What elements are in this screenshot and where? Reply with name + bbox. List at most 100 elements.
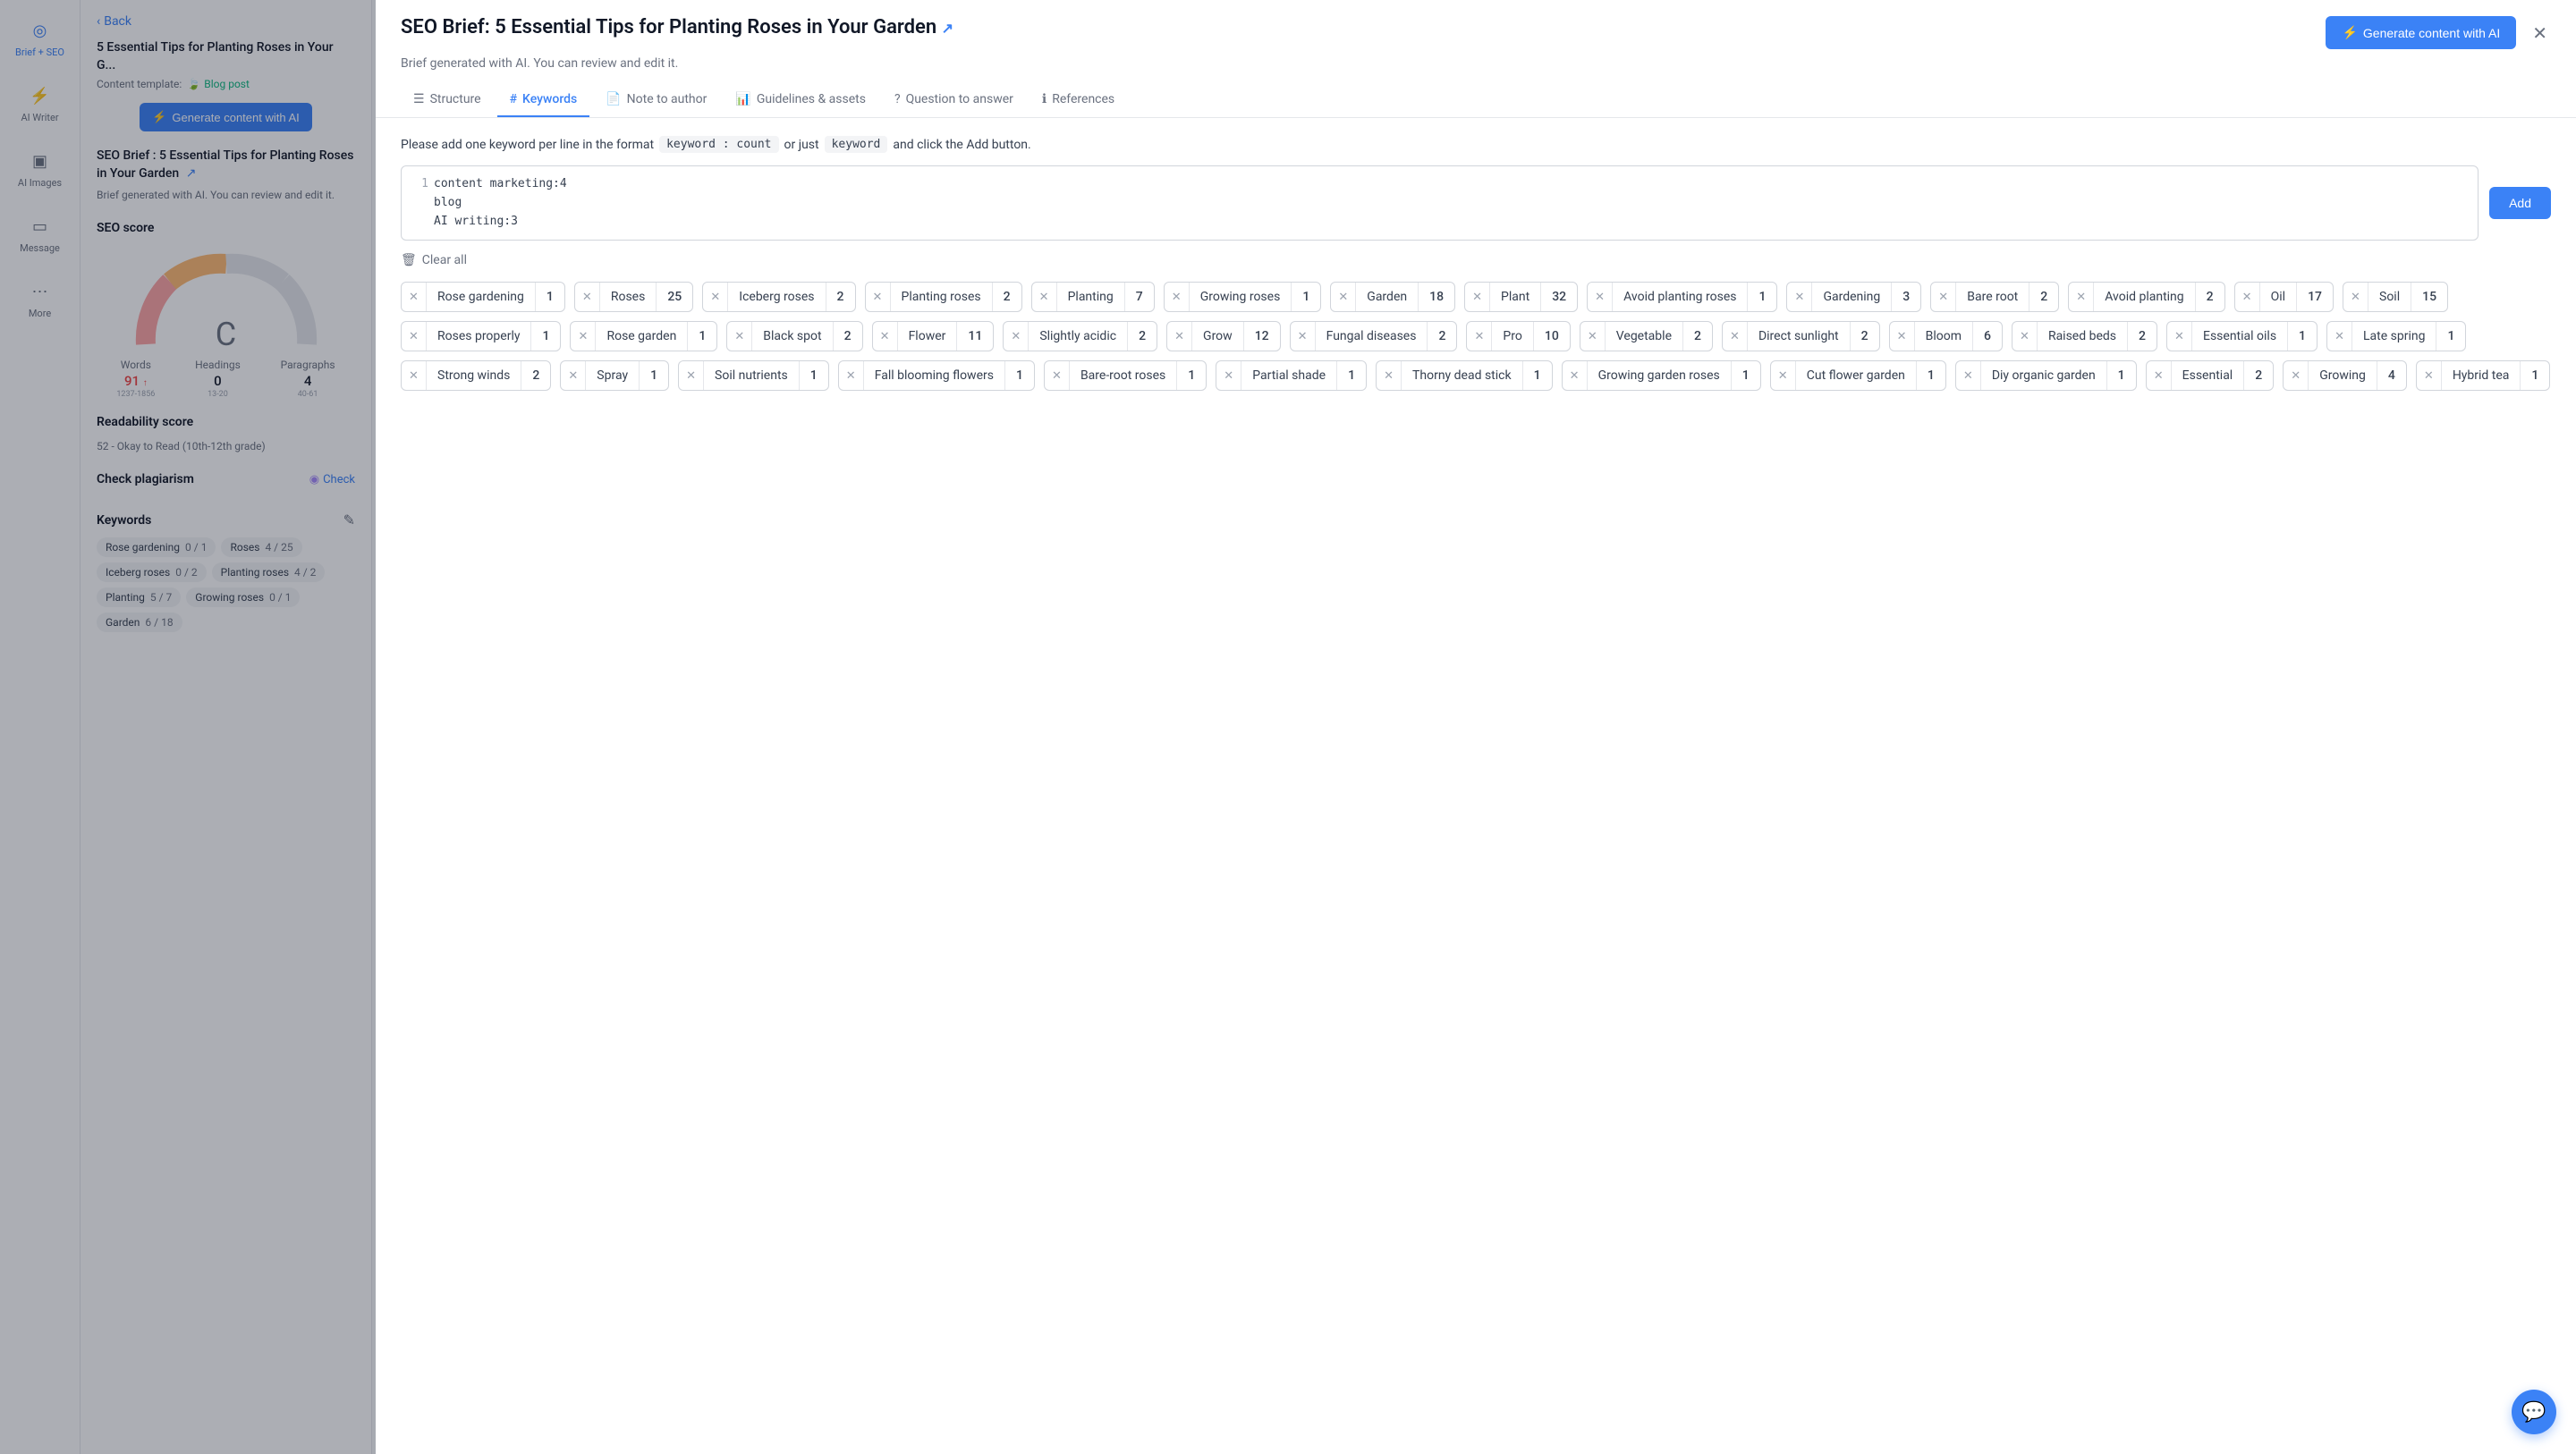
remove-tag-icon[interactable]: ✕ xyxy=(2167,322,2192,351)
keyword-tag: ✕ Slightly acidic 2 xyxy=(1003,321,1157,351)
tag-label: Partial shade xyxy=(1241,361,1337,390)
remove-tag-icon[interactable]: ✕ xyxy=(1580,322,1606,351)
tag-count: 25 xyxy=(657,283,692,311)
remove-tag-icon[interactable]: ✕ xyxy=(1465,283,1490,311)
tag-label: Flower xyxy=(898,322,958,351)
remove-tag-icon[interactable]: ✕ xyxy=(402,361,427,390)
tag-label: Bare-root roses xyxy=(1070,361,1177,390)
keyword-tag: ✕ Planting roses 2 xyxy=(865,282,1022,312)
remove-tag-icon[interactable]: ✕ xyxy=(1331,283,1356,311)
tab-keywords[interactable]: #Keywords xyxy=(497,83,590,117)
keyword-tag: ✕ Roses properly 1 xyxy=(401,321,561,351)
tag-label: Direct sunlight xyxy=(1748,322,1851,351)
remove-tag-icon[interactable]: ✕ xyxy=(1467,322,1492,351)
keyword-tag: ✕ Late spring 1 xyxy=(2326,321,2466,351)
remove-tag-icon[interactable]: ✕ xyxy=(1032,283,1057,311)
remove-tag-icon[interactable]: ✕ xyxy=(1167,322,1192,351)
remove-tag-icon[interactable]: ✕ xyxy=(1787,283,1812,311)
remove-tag-icon[interactable]: ✕ xyxy=(727,322,752,351)
tag-count: 2 xyxy=(2196,283,2224,311)
tag-label: Essential oils xyxy=(2192,322,2288,351)
tab-question-to-answer[interactable]: ?Question to answer xyxy=(882,83,1026,117)
remove-tag-icon[interactable]: ✕ xyxy=(2284,361,2309,390)
remove-tag-icon[interactable]: ✕ xyxy=(1588,283,1613,311)
remove-tag-icon[interactable]: ✕ xyxy=(402,322,427,351)
remove-tag-icon[interactable]: ✕ xyxy=(866,283,891,311)
tag-count: 15 xyxy=(2411,283,2447,311)
tag-count: 2 xyxy=(521,361,550,390)
tag-label: Thorny dead stick xyxy=(1402,361,1523,390)
remove-tag-icon[interactable]: ✕ xyxy=(1004,322,1029,351)
tag-count: 7 xyxy=(1125,283,1154,311)
tag-label: Garden xyxy=(1356,283,1419,311)
tab-guidelines-assets[interactable]: 📊Guidelines & assets xyxy=(723,83,878,117)
keyword-tag: ✕ Oil 17 xyxy=(2234,282,2334,312)
remove-tag-icon[interactable]: ✕ xyxy=(2327,322,2352,351)
remove-tag-icon[interactable]: ✕ xyxy=(2235,283,2260,311)
tab-icon: 📊 xyxy=(735,92,750,106)
tag-label: Oil xyxy=(2260,283,2297,311)
keyword-input-content[interactable]: content marketing:4 blog AI writing:3 xyxy=(434,175,2467,231)
remove-tag-icon[interactable]: ✕ xyxy=(1956,361,1981,390)
chat-icon: 💬 xyxy=(2521,1401,2546,1424)
remove-tag-icon[interactable]: ✕ xyxy=(2069,283,2094,311)
close-icon[interactable]: ✕ xyxy=(2529,19,2551,47)
remove-tag-icon[interactable]: ✕ xyxy=(575,283,600,311)
remove-tag-icon[interactable]: ✕ xyxy=(561,361,586,390)
remove-tag-icon[interactable]: ✕ xyxy=(2343,283,2368,311)
tag-count: 11 xyxy=(957,322,993,351)
keyword-tag: ✕ Bare root 2 xyxy=(1930,282,2059,312)
remove-tag-icon[interactable]: ✕ xyxy=(679,361,704,390)
tag-label: Fall blooming flowers xyxy=(864,361,1005,390)
keyword-tag: ✕ Partial shade 1 xyxy=(1216,360,1367,391)
keyword-tag: ✕ Cut flower garden 1 xyxy=(1770,360,1946,391)
remove-tag-icon[interactable]: ✕ xyxy=(1291,322,1316,351)
bolt-icon: ⚡ xyxy=(2342,25,2357,40)
remove-tag-icon[interactable]: ✕ xyxy=(2012,322,2038,351)
remove-tag-icon[interactable]: ✕ xyxy=(1890,322,1915,351)
remove-tag-icon[interactable]: ✕ xyxy=(1563,361,1588,390)
tag-label: Growing roses xyxy=(1190,283,1292,311)
remove-tag-icon[interactable]: ✕ xyxy=(1931,283,1956,311)
tag-label: Pro xyxy=(1492,322,1533,351)
keyword-tag: ✕ Growing roses 1 xyxy=(1164,282,1322,312)
tag-count: 1 xyxy=(1748,283,1776,311)
remove-tag-icon[interactable]: ✕ xyxy=(1377,361,1402,390)
remove-tag-icon[interactable]: ✕ xyxy=(839,361,864,390)
generate-content-button[interactable]: ⚡ Generate content with AI xyxy=(2326,16,2516,49)
tag-label: Roses properly xyxy=(427,322,531,351)
keyword-tag: ✕ Bare-root roses 1 xyxy=(1044,360,1207,391)
clear-all-button[interactable]: 🗑 Clear all xyxy=(401,253,2551,267)
keyword-tag: ✕ Fungal diseases 2 xyxy=(1290,321,1458,351)
tag-label: Roses xyxy=(600,283,657,311)
chat-bubble-button[interactable]: 💬 xyxy=(2512,1390,2556,1434)
tag-count: 1 xyxy=(1337,361,1366,390)
tab-structure[interactable]: ☰Structure xyxy=(401,83,494,117)
remove-tag-icon[interactable]: ✕ xyxy=(1045,361,1070,390)
modal-backdrop: SEO Brief: 5 Essential Tips for Planting… xyxy=(0,0,2576,1454)
remove-tag-icon[interactable]: ✕ xyxy=(402,283,427,311)
tab-references[interactable]: ℹReferences xyxy=(1030,83,1127,117)
format-example: keyword : count xyxy=(659,136,778,153)
external-link-icon[interactable]: ↗ xyxy=(942,20,953,37)
tag-count: 1 xyxy=(1177,361,1206,390)
tab-note-to-author[interactable]: 📄Note to author xyxy=(593,83,719,117)
remove-tag-icon[interactable]: ✕ xyxy=(2417,361,2442,390)
keyword-input[interactable]: 1 content marketing:4 blog AI writing:3 xyxy=(401,165,2479,241)
tag-label: Avoid planting xyxy=(2094,283,2195,311)
tag-count: 1 xyxy=(1292,283,1320,311)
remove-tag-icon[interactable]: ✕ xyxy=(1771,361,1796,390)
tag-label: Diy organic garden xyxy=(1981,361,2107,390)
remove-tag-icon[interactable]: ✕ xyxy=(703,283,728,311)
tag-label: Soil nutrients xyxy=(704,361,800,390)
remove-tag-icon[interactable]: ✕ xyxy=(873,322,898,351)
tag-count: 10 xyxy=(1534,322,1570,351)
add-button[interactable]: Add xyxy=(2489,187,2551,219)
remove-tag-icon[interactable]: ✕ xyxy=(1165,283,1190,311)
remove-tag-icon[interactable]: ✕ xyxy=(571,322,596,351)
remove-tag-icon[interactable]: ✕ xyxy=(1216,361,1241,390)
remove-tag-icon[interactable]: ✕ xyxy=(2147,361,2172,390)
remove-tag-icon[interactable]: ✕ xyxy=(1723,322,1748,351)
keyword-tag: ✕ Rose garden 1 xyxy=(570,321,717,351)
keyword-tag: ✕ Grow 12 xyxy=(1166,321,1281,351)
